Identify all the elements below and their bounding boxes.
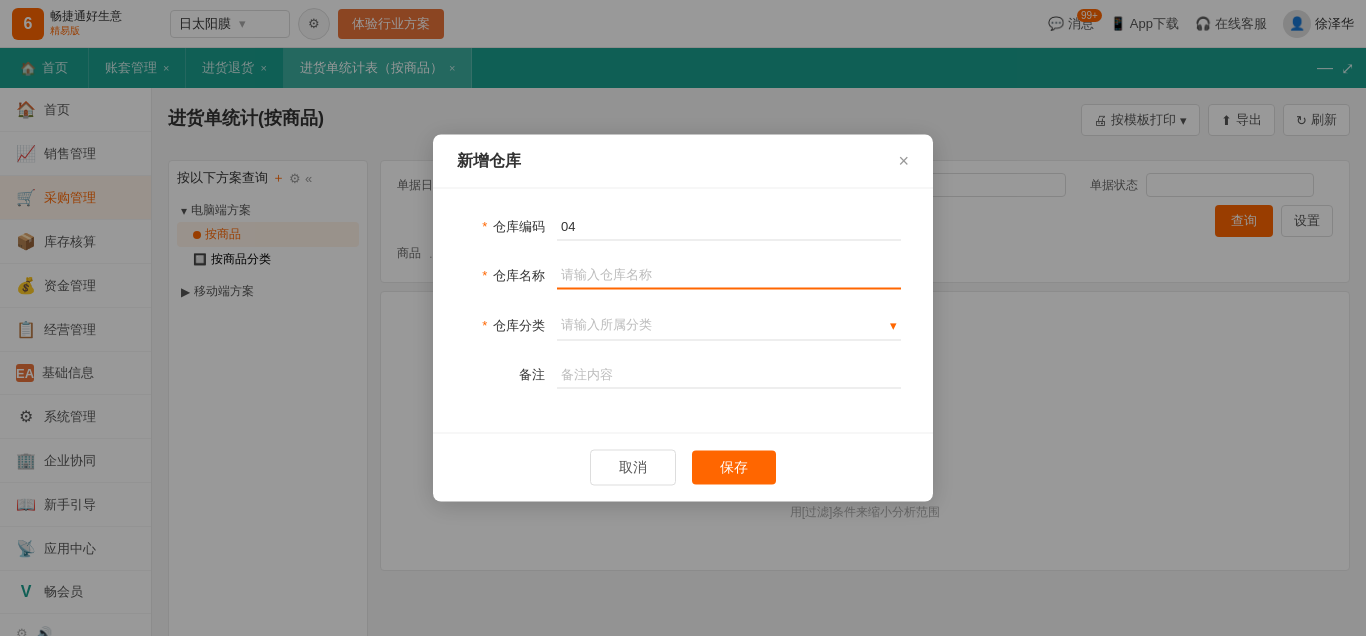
warehouse-category-label: * 仓库分类 <box>465 316 545 334</box>
modal-close-button[interactable]: × <box>898 151 909 172</box>
warehouse-name-label: * 仓库名称 <box>465 266 545 284</box>
warehouse-remark-label: 备注 <box>465 366 545 384</box>
modal-footer: 取消 保存 <box>433 433 933 502</box>
save-button[interactable]: 保存 <box>692 451 776 485</box>
warehouse-name-input[interactable] <box>557 261 901 290</box>
modal-body: * 仓库编码 * 仓库名称 * 仓库分类 请输入所属分类 ▾ <box>433 189 933 433</box>
warehouse-name-row: * 仓库名称 <box>465 261 901 290</box>
dropdown-arrow-icon: ▾ <box>890 317 897 332</box>
required-star: * <box>482 219 487 234</box>
required-star-2: * <box>482 267 487 282</box>
warehouse-code-label: * 仓库编码 <box>465 218 545 236</box>
warehouse-category-row: * 仓库分类 请输入所属分类 ▾ <box>465 310 901 341</box>
category-placeholder: 请输入所属分类 <box>561 316 652 334</box>
warehouse-code-row: * 仓库编码 <box>465 213 901 241</box>
modal-header: 新增仓库 × <box>433 135 933 189</box>
cancel-button[interactable]: 取消 <box>590 450 676 486</box>
warehouse-remark-input[interactable] <box>557 361 901 389</box>
warehouse-code-input[interactable] <box>557 213 901 241</box>
warehouse-category-select[interactable]: 请输入所属分类 ▾ <box>557 310 901 341</box>
add-warehouse-modal: 新增仓库 × * 仓库编码 * 仓库名称 * 仓库分类 请输入 <box>433 135 933 502</box>
required-star-3: * <box>482 317 487 332</box>
warehouse-remark-row: 备注 <box>465 361 901 389</box>
modal-title: 新增仓库 <box>457 151 521 172</box>
